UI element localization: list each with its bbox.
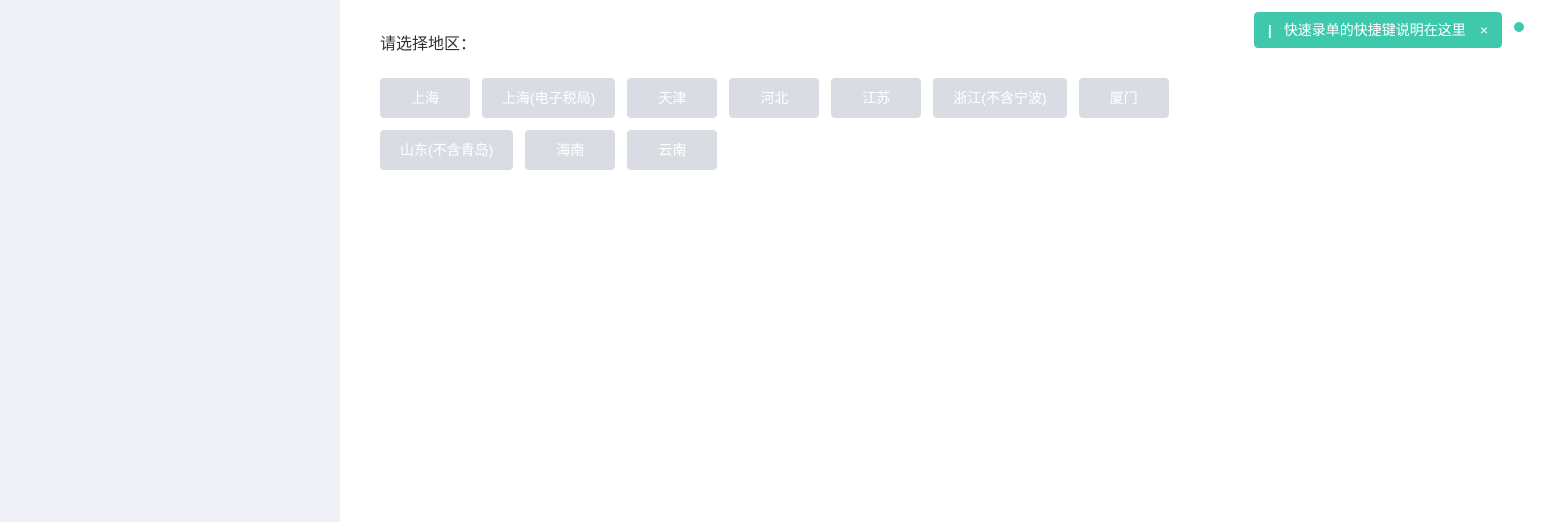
region-button-jiangsu[interactable]: 江苏 <box>831 78 921 118</box>
region-buttons-row-1: 上海上海(电子税局) 天津河北江苏浙江(不含宁波) 厦门 <box>380 78 1522 118</box>
region-button-zhejiang[interactable]: 浙江(不含宁波) <box>933 78 1066 118</box>
tooltip-banner: 快速录单的快捷键说明在这里 × <box>1254 12 1502 48</box>
region-button-yunnan[interactable]: 云南 <box>627 130 717 170</box>
tooltip-close-button[interactable]: × <box>1480 22 1488 38</box>
region-button-shanghai-etax[interactable]: 上海(电子税局) <box>482 78 615 118</box>
main-content: 请选择地区： 上海上海(电子税局)天津河北江苏浙江(不含宁波)厦门 山东(不含青… <box>340 0 1562 522</box>
region-button-tianjin[interactable]: 天津 <box>627 78 717 118</box>
region-button-shandong[interactable]: 山东(不含青岛) <box>380 130 513 170</box>
region-button-hainan[interactable]: 海南 <box>525 130 615 170</box>
region-button-xiamen[interactable]: 厦门 <box>1079 78 1169 118</box>
region-buttons-row-2: 山东(不含青岛) 海南云南 <box>380 130 1522 170</box>
tooltip-dot <box>1514 22 1524 32</box>
tooltip-text: 快速录单的快捷键说明在这里 <box>1284 20 1466 40</box>
region-button-hebei[interactable]: 河北 <box>729 78 819 118</box>
region-button-shanghai[interactable]: 上海 <box>380 78 470 118</box>
left-sidebar <box>0 0 340 522</box>
